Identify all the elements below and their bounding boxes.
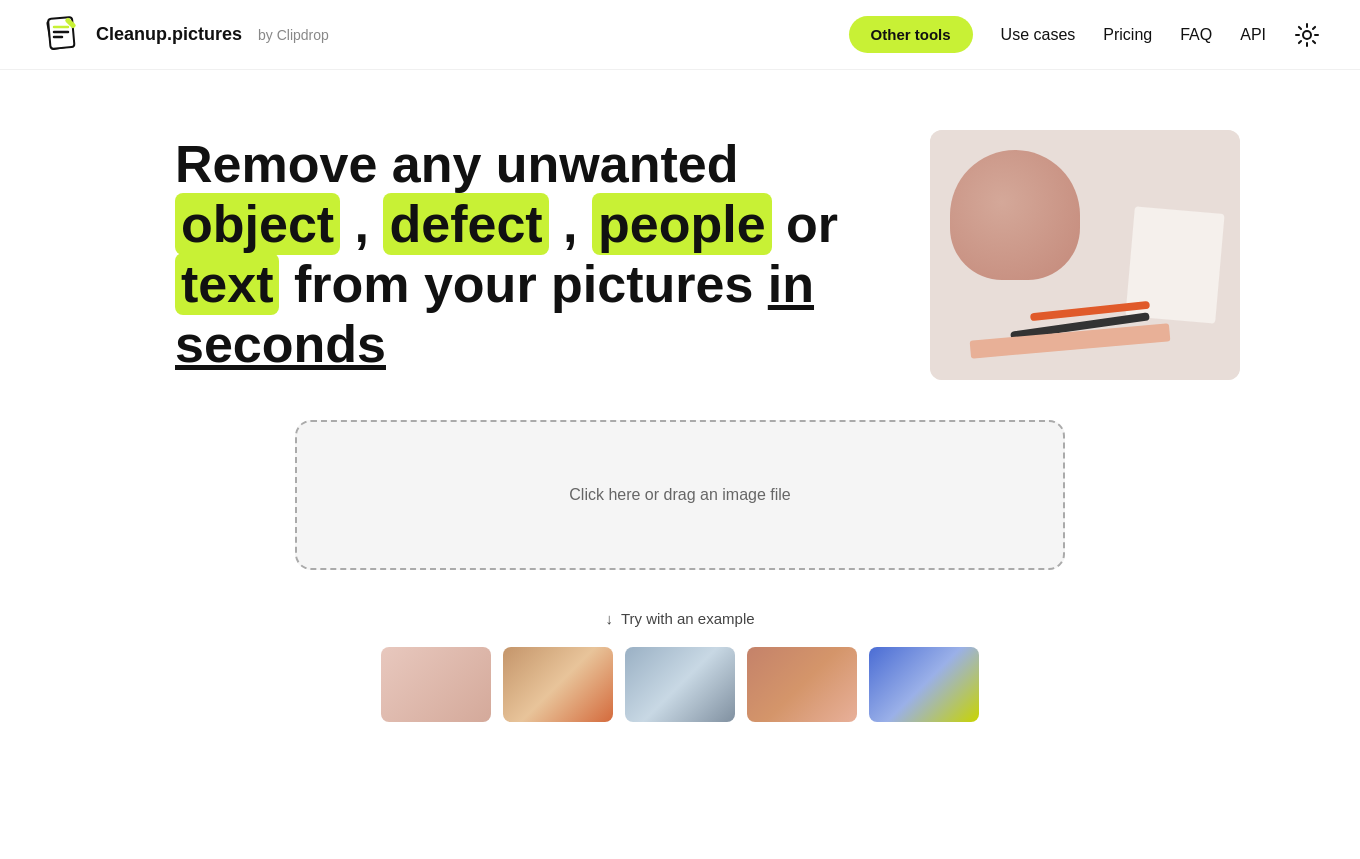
nav-pricing[interactable]: Pricing [1103, 26, 1152, 44]
hero-comma2: , [549, 195, 592, 253]
hero-word-people: people [592, 193, 772, 255]
hero-text: Remove any unwanted object , defect , pe… [175, 135, 855, 374]
upload-section: Click here or drag an image file [0, 420, 1360, 600]
nav-faq[interactable]: FAQ [1180, 26, 1212, 44]
brand-name: Cleanup.pictures [96, 24, 242, 45]
example-thumb-5[interactable] [869, 647, 979, 722]
hero-comma1: , [340, 195, 383, 253]
hero-word-object: object [175, 193, 340, 255]
thumb-1-inner [381, 647, 491, 722]
hero-line1: Remove any unwanted [175, 135, 738, 193]
hero-word-defect: defect [383, 193, 548, 255]
example-thumb-1[interactable] [381, 647, 491, 722]
navbar: Cleanup.pictures by Clipdrop Other tools… [0, 0, 1360, 70]
hero-or: or [772, 195, 838, 253]
try-example-section: ↓ Try with an example [0, 600, 1360, 752]
hero-scene [930, 130, 1240, 380]
nav-use-cases[interactable]: Use cases [1001, 26, 1076, 44]
upload-box[interactable]: Click here or drag an image file [295, 420, 1065, 570]
upload-label: Click here or drag an image file [569, 486, 790, 504]
hero-section: Remove any unwanted object , defect , pe… [0, 70, 1360, 420]
hero-word-text: text [175, 253, 279, 315]
navbar-brand: Cleanup.pictures by Clipdrop [40, 13, 329, 57]
nav-api[interactable]: API [1240, 26, 1266, 44]
scene-bag-element [950, 150, 1080, 280]
hero-line3: from your pictures [279, 255, 767, 313]
example-thumb-2[interactable] [503, 647, 613, 722]
thumb-2-inner [503, 647, 613, 722]
brand-byline: by Clipdrop [258, 27, 329, 43]
try-example-label: ↓ Try with an example [605, 610, 754, 627]
svg-point-6 [1303, 31, 1311, 39]
example-thumb-3[interactable] [625, 647, 735, 722]
logo-icon [40, 13, 84, 57]
thumb-5-inner [869, 647, 979, 722]
hero-title: Remove any unwanted object , defect , pe… [175, 135, 855, 374]
other-tools-button[interactable]: Other tools [849, 16, 973, 53]
example-thumbnails [381, 647, 979, 722]
hero-image [930, 130, 1240, 380]
thumb-3-inner [625, 647, 735, 722]
settings-icon[interactable] [1294, 22, 1320, 48]
navbar-links: Other tools Use cases Pricing FAQ API [849, 16, 1320, 53]
try-arrow-icon: ↓ [605, 610, 613, 627]
example-thumb-4[interactable] [747, 647, 857, 722]
thumb-4-inner [747, 647, 857, 722]
try-example-text: Try with an example [621, 610, 755, 627]
